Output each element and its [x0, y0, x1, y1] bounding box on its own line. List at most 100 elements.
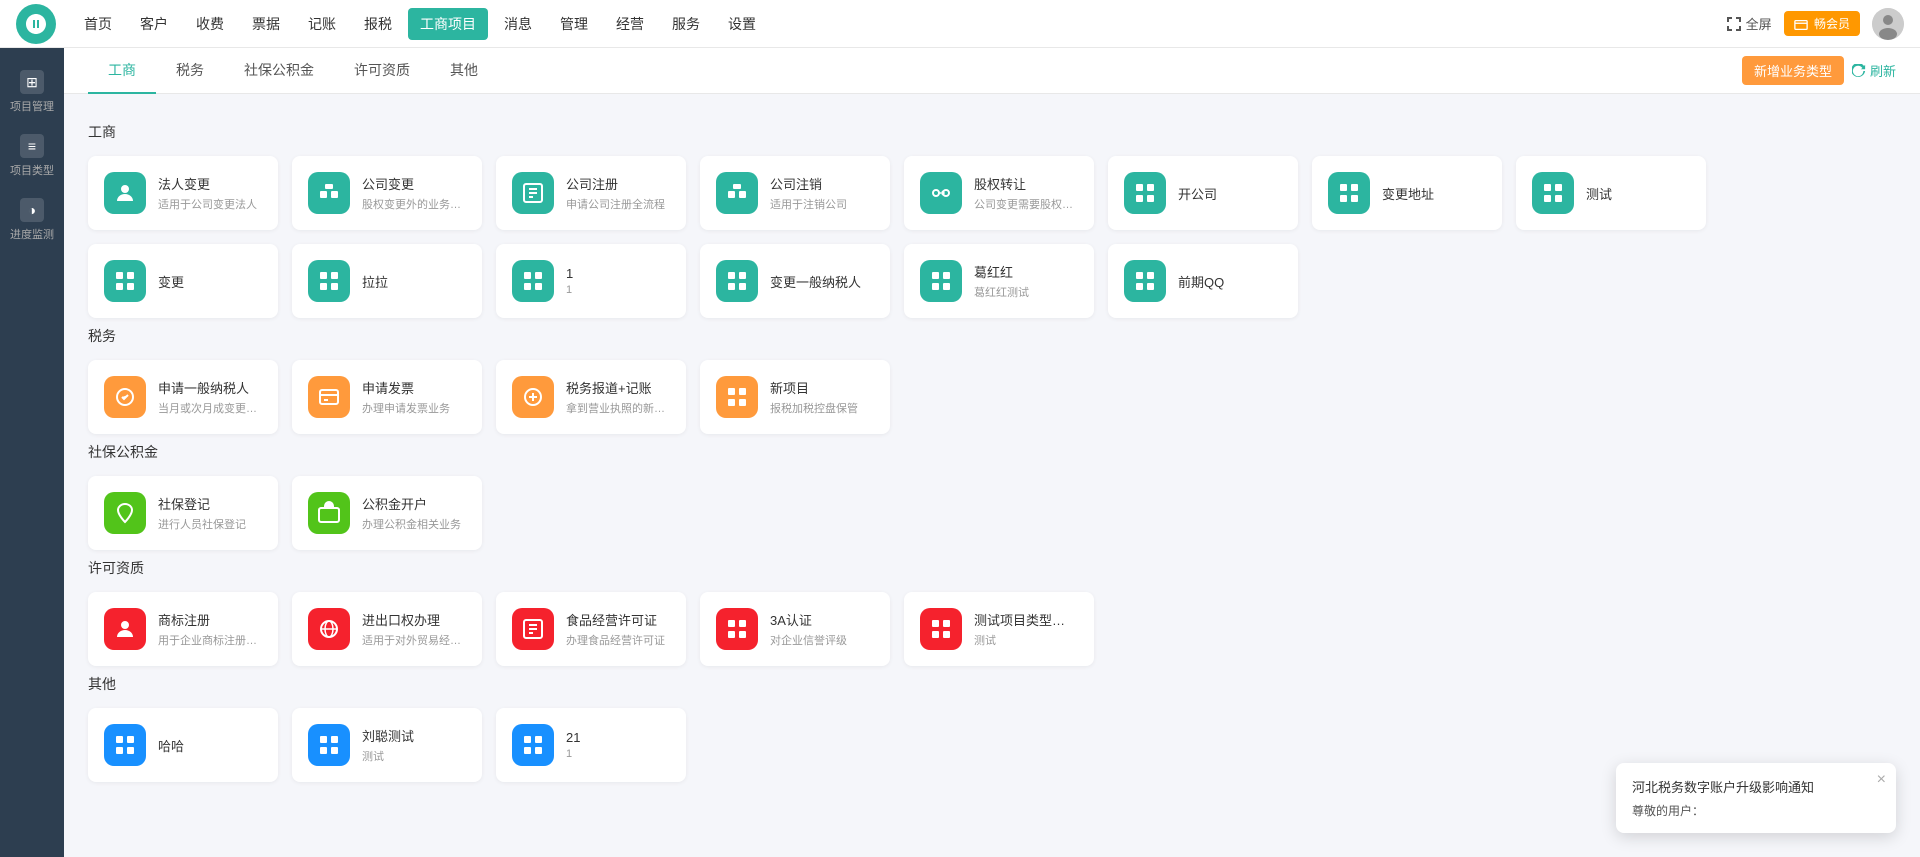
card-shebao-0[interactable]: 社保登记 进行人员社保登记 [88, 476, 278, 550]
card-icon-gongshang-4 [920, 172, 962, 214]
nav-business[interactable]: 工商项目 [408, 8, 488, 40]
tab-shebao[interactable]: 社保公积金 [224, 48, 334, 94]
notification-close[interactable]: × [1877, 771, 1886, 789]
card-info-shebao-1: 公积金开户 办理公积金相关业务 [362, 494, 466, 532]
new-type-button[interactable]: 新增业务类型 [1742, 56, 1844, 85]
nav-manage[interactable]: 管理 [548, 8, 600, 40]
card-name-gongshang-0: 法人变更 [158, 174, 262, 193]
card-name-xuke-0: 商标注册 [158, 610, 262, 629]
card-icon-gongshang-10 [512, 260, 554, 302]
card-icon-gongshang-11 [716, 260, 758, 302]
card-icon-qita-1 [308, 724, 350, 766]
card-gongshang-2[interactable]: 公司注册 申请公司注册全流程 [496, 156, 686, 230]
sidebar-item-project-type[interactable]: ≡ 项目类型 [0, 124, 64, 188]
nav-tax[interactable]: 报税 [352, 8, 404, 40]
section-title-shuiwu: 税务 [88, 326, 1896, 346]
card-shebao-1[interactable]: 公积金开户 办理公积金相关业务 [292, 476, 482, 550]
card-gongshang-5[interactable]: 开公司 [1108, 156, 1298, 230]
nav-message[interactable]: 消息 [492, 8, 544, 40]
card-icon-xuke-4 [920, 608, 962, 650]
card-xuke-0[interactable]: 商标注册 用于企业商标注册服务 [88, 592, 278, 666]
project-type-icon: ≡ [20, 134, 44, 158]
progress-icon: ◑ [20, 198, 44, 222]
card-info-xuke-2: 食品经营许可证 办理食品经营许可证 [566, 610, 670, 648]
card-qita-1[interactable]: 刘聪测试 测试 [292, 708, 482, 782]
nav-customer[interactable]: 客户 [128, 8, 180, 40]
card-info-shuiwu-1: 申请发票 办理申请发票业务 [362, 378, 466, 416]
notification-popup: × 河北税务数字账户升级影响通知 尊敬的用户： [1616, 763, 1896, 833]
card-icon-gongshang-6 [1328, 172, 1370, 214]
card-name-gongshang-3: 公司注销 [770, 174, 874, 193]
card-name-shuiwu-0: 申请一般纳税人 [158, 378, 262, 397]
card-info-gongshang-10: 1 1 [566, 266, 670, 296]
card-shuiwu-0[interactable]: 申请一般纳税人 当月或次月成变更完成 [88, 360, 278, 434]
card-gongshang-9[interactable]: 拉拉 [292, 244, 482, 318]
card-gongshang-7[interactable]: 测试 [1516, 156, 1706, 230]
card-desc-gongshang-3: 适用于注销公司 [770, 196, 874, 212]
card-info-gongshang-8: 变更 [158, 272, 262, 291]
card-shuiwu-2[interactable]: 税务报道+记账 拿到营业执照的新公司 [496, 360, 686, 434]
fullscreen-btn[interactable]: 全屏 [1726, 14, 1772, 33]
card-qita-0[interactable]: 哈哈 [88, 708, 278, 782]
nav-operation[interactable]: 经营 [604, 8, 656, 40]
card-name-shebao-0: 社保登记 [158, 494, 262, 513]
card-icon-gongshang-12 [920, 260, 962, 302]
card-gongshang-6[interactable]: 变更地址 [1312, 156, 1502, 230]
card-shuiwu-1[interactable]: 申请发票 办理申请发票业务 [292, 360, 482, 434]
nav-charge[interactable]: 收费 [184, 8, 236, 40]
card-name-gongshang-4: 股权转让 [974, 174, 1078, 193]
card-gongshang-4[interactable]: 股权转让 公司变更需要股权转让 [904, 156, 1094, 230]
card-desc-shuiwu-0: 当月或次月成变更完成 [158, 400, 262, 416]
card-icon-gongshang-13 [1124, 260, 1166, 302]
sidebar-item-project-manage[interactable]: ⊞ 项目管理 [0, 60, 64, 124]
card-info-gongshang-11: 变更一般纳税人 [770, 272, 874, 291]
card-xuke-2[interactable]: 食品经营许可证 办理食品经营许可证 [496, 592, 686, 666]
card-icon-gongshang-8 [104, 260, 146, 302]
tab-shuiwu[interactable]: 税务 [156, 48, 224, 94]
card-shuiwu-3[interactable]: 新项目 报税加税控盘保管 [700, 360, 890, 434]
card-gongshang-11[interactable]: 变更一般纳税人 [700, 244, 890, 318]
card-info-gongshang-6: 变更地址 [1382, 184, 1486, 203]
card-xuke-3[interactable]: 3A认证 对企业信誉评级 [700, 592, 890, 666]
member-btn[interactable]: 畅会员 [1784, 11, 1860, 36]
card-gongshang-1[interactable]: 公司变更 股权变更外的业务变更 [292, 156, 482, 230]
nav-ticket[interactable]: 票据 [240, 8, 292, 40]
card-desc-qita-2: 1 [566, 748, 670, 760]
card-info-shuiwu-0: 申请一般纳税人 当月或次月成变更完成 [158, 378, 262, 416]
card-name-gongshang-13: 前期QQ [1178, 272, 1282, 291]
tab-qita[interactable]: 其他 [430, 48, 498, 94]
card-xuke-1[interactable]: 进出口权办理 适用于对外贸易经营者 [292, 592, 482, 666]
card-gongshang-10[interactable]: 1 1 [496, 244, 686, 318]
card-icon-gongshang-9 [308, 260, 350, 302]
tab-gongshang[interactable]: 工商 [88, 48, 156, 94]
card-icon-qita-0 [104, 724, 146, 766]
nav-home[interactable]: 首页 [72, 8, 124, 40]
card-desc-shuiwu-2: 拿到营业执照的新公司 [566, 400, 670, 416]
card-name-gongshang-12: 葛红红 [974, 262, 1078, 281]
fullscreen-label: 全屏 [1746, 14, 1772, 33]
card-info-gongshang-0: 法人变更 适用于公司变更法人 [158, 174, 262, 212]
nav-bookkeeping[interactable]: 记账 [296, 8, 348, 40]
card-xuke-4[interactable]: 测试项目类型目定义 测试 [904, 592, 1094, 666]
card-gongshang-3[interactable]: 公司注销 适用于注销公司 [700, 156, 890, 230]
card-qita-2[interactable]: 21 1 [496, 708, 686, 782]
notification-content: 尊敬的用户： [1632, 802, 1880, 819]
card-desc-shebao-0: 进行人员社保登记 [158, 516, 262, 532]
avatar[interactable] [1872, 8, 1904, 40]
card-icon-qita-2 [512, 724, 554, 766]
card-gongshang-0[interactable]: 法人变更 适用于公司变更法人 [88, 156, 278, 230]
project-manage-icon: ⊞ [20, 70, 44, 94]
card-gongshang-12[interactable]: 葛红红 葛红红测试 [904, 244, 1094, 318]
card-name-xuke-3: 3A认证 [770, 610, 874, 629]
card-icon-shuiwu-3 [716, 376, 758, 418]
nav-service[interactable]: 服务 [660, 8, 712, 40]
card-info-gongshang-12: 葛红红 葛红红测试 [974, 262, 1078, 300]
tab-xuke[interactable]: 许可资质 [334, 48, 430, 94]
content-area: 工商 法人变更 适用于公司变更法人 公司变更 股权变更外的业务变更 公司注册 申… [64, 94, 1920, 810]
card-gongshang-13[interactable]: 前期QQ [1108, 244, 1298, 318]
card-gongshang-8[interactable]: 变更 [88, 244, 278, 318]
nav-settings[interactable]: 设置 [716, 8, 768, 40]
sidebar-item-progress[interactable]: ◑ 进度监测 [0, 188, 64, 252]
card-name-gongshang-8: 变更 [158, 272, 262, 291]
refresh-button[interactable]: 刷新 [1852, 61, 1896, 80]
